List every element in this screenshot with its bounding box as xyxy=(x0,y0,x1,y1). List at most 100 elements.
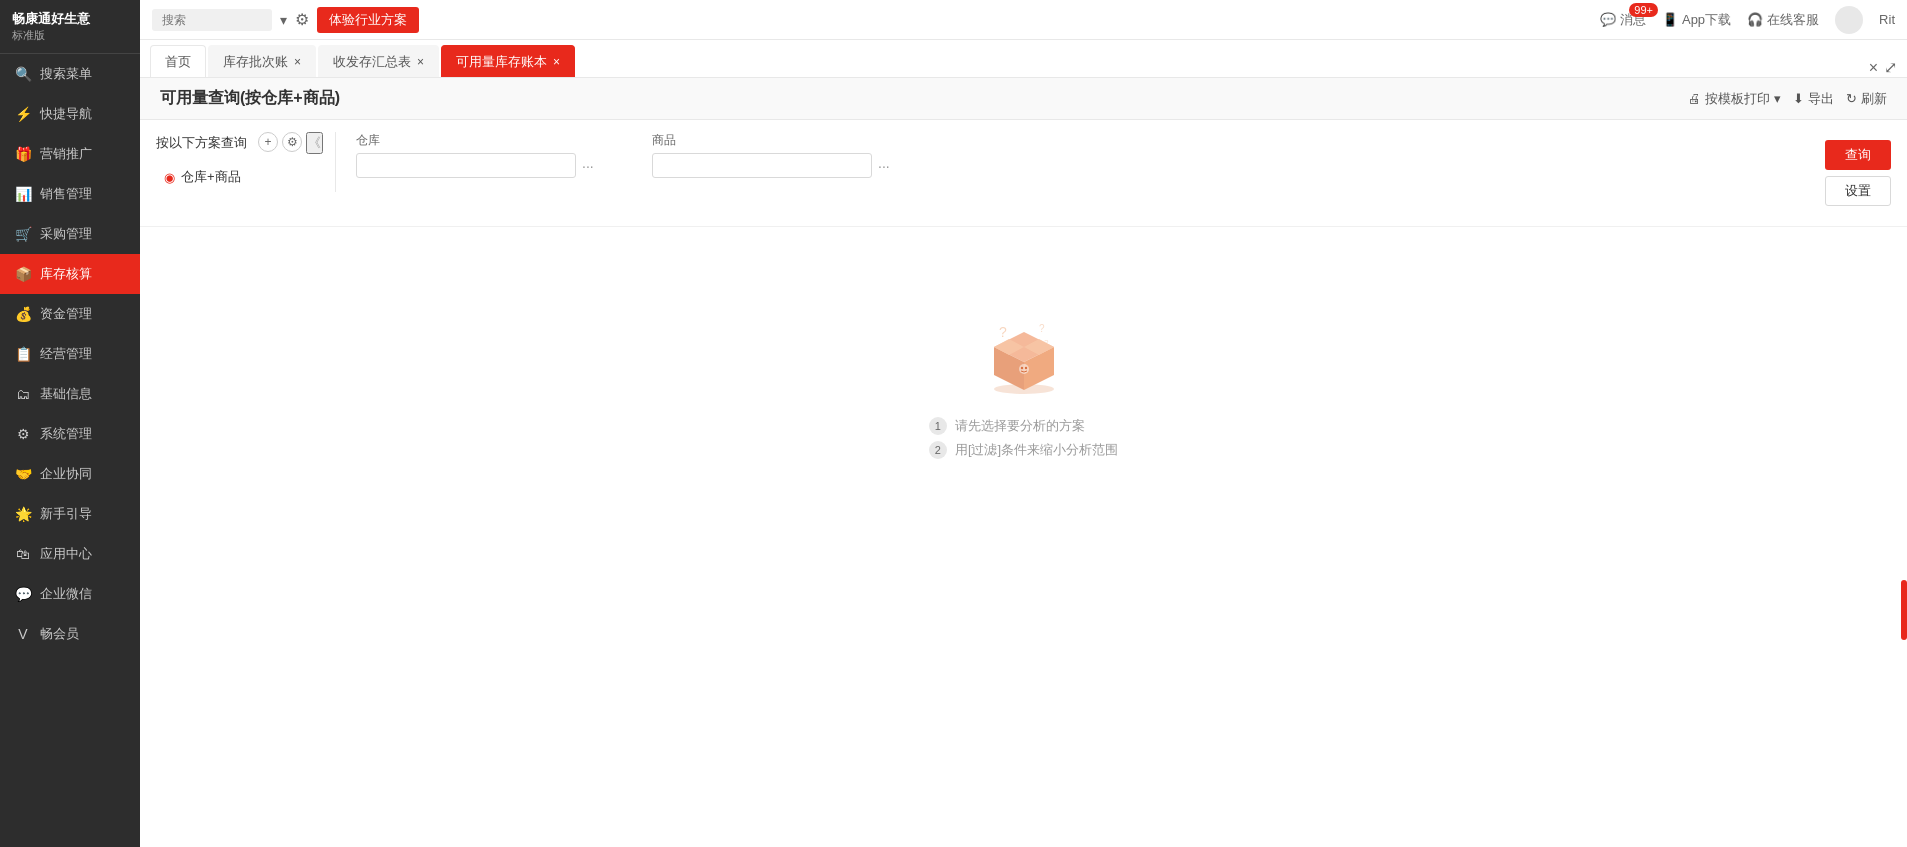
enterprise-icon: 🤝 xyxy=(14,465,32,483)
product-label: 商品 xyxy=(652,132,932,149)
tab-close-available-ledger[interactable]: × xyxy=(553,55,560,69)
tab-close-batch-account[interactable]: × xyxy=(294,55,301,69)
query-btn[interactable]: 查询 xyxy=(1825,140,1891,170)
sidebar-item-label-inventory: 库存核算 xyxy=(40,265,92,283)
topbar-app-download[interactable]: 📱 App下载 xyxy=(1662,11,1731,29)
settings-btn[interactable]: 设置 xyxy=(1825,176,1891,206)
main-area: ▾ ⚙ 体验行业方案 💬 消息 99+ 📱 App下载 🎧 在线客服 Rit 首… xyxy=(140,0,1907,847)
scheme-item-warehouse-product[interactable]: ◉ 仓库+商品 xyxy=(156,162,323,192)
warehouse-more-btn[interactable]: ··· xyxy=(582,158,594,174)
page-header-actions: 🖨 按模板打印 ▾ ⬇ 导出 ↻ 刷新 xyxy=(1688,90,1887,108)
customer-service-label: 在线客服 xyxy=(1767,11,1819,29)
sidebar-item-label-marketing: 营销推广 xyxy=(40,145,92,163)
filter-group-warehouse: 仓库 ··· xyxy=(356,132,636,178)
sidebar-nav: 🔍搜索菜单⚡快捷导航🎁营销推广📊销售管理 🛒 采购管理 📦 库存核算 💰 资金管理 📋经营管理… xyxy=(0,54,140,847)
sidebar-item-label-enterprise: 企业协同 xyxy=(40,465,92,483)
sidebar-item-guide[interactable]: 🌟新手引导 xyxy=(0,494,140,534)
action-buttons: 查询 设置 xyxy=(1825,132,1891,214)
inventory-icon: 📦 xyxy=(14,265,32,283)
collapse-scheme-btn[interactable]: 《 xyxy=(306,132,323,154)
empty-tip-2: 2 用[过滤]条件来缩小分析范围 xyxy=(929,441,1118,459)
refresh-icon: ↻ xyxy=(1846,91,1857,106)
close-all-tabs-btn[interactable]: × xyxy=(1869,59,1878,77)
guide-icon: 🌟 xyxy=(14,505,32,523)
topbar-industry-btn[interactable]: 体验行业方案 xyxy=(317,7,419,33)
tab-close-collect-summary[interactable]: × xyxy=(417,55,424,69)
tab-available-ledger[interactable]: 可用量库存账本 × xyxy=(441,45,575,77)
tip-number-1: 1 xyxy=(929,417,947,435)
phone-icon: 📱 xyxy=(1662,12,1678,27)
add-scheme-btn[interactable]: + xyxy=(258,132,278,152)
sidebar-item-label-search: 搜索菜单 xyxy=(40,65,92,83)
sidebar-item-marketing[interactable]: 🎁营销推广 xyxy=(0,134,140,174)
sidebar-item-label-operation: 经营管理 xyxy=(40,345,92,363)
sidebar-item-system[interactable]: ⚙系统管理 xyxy=(0,414,140,454)
messages-count: 99+ xyxy=(1629,3,1658,17)
export-btn[interactable]: ⬇ 导出 xyxy=(1793,90,1834,108)
scheme-header: 按以下方案查询 + ⚙ 《 xyxy=(156,132,323,154)
sidebar-item-label-quick-nav: 快捷导航 xyxy=(40,105,92,123)
sidebar-item-member[interactable]: V畅会员 xyxy=(0,614,140,654)
print-btn[interactable]: 🖨 按模板打印 ▾ xyxy=(1688,90,1781,108)
sidebar-item-basic[interactable]: 🗂基础信息 xyxy=(0,374,140,414)
topbar-customer-service[interactable]: 🎧 在线客服 xyxy=(1747,11,1819,29)
sidebar-item-inventory[interactable]: 📦 库存核算 xyxy=(0,254,140,294)
topbar-right: 💬 消息 99+ 📱 App下载 🎧 在线客服 Rit xyxy=(1600,6,1895,34)
refresh-btn[interactable]: ↻ 刷新 xyxy=(1846,90,1887,108)
scheme-label: 按以下方案查询 xyxy=(156,134,247,152)
sidebar-item-purchase[interactable]: 🛒 采购管理 xyxy=(0,214,140,254)
sales-icon: 📊 xyxy=(14,185,32,203)
tab-collect-summary[interactable]: 收发存汇总表× xyxy=(318,45,439,77)
tab-label-home: 首页 xyxy=(165,53,191,71)
sidebar-item-operation[interactable]: 📋经营管理 xyxy=(0,334,140,374)
sidebar-item-enterprise[interactable]: 🤝 企业协同 xyxy=(0,454,140,494)
sidebar-item-label-appstore: 应用中心 xyxy=(40,545,92,563)
sidebar-item-label-system: 系统管理 xyxy=(40,425,92,443)
tab-label-available-ledger: 可用量库存账本 xyxy=(456,53,547,71)
member-icon: V xyxy=(14,625,32,643)
sidebar: 畅康通好生意 标准版 🔍搜索菜单⚡快捷导航🎁营销推广📊销售管理🛒采购管理📦库存核… xyxy=(0,0,140,847)
scheme-header-actions: + ⚙ 《 xyxy=(258,132,323,154)
svg-text:?: ? xyxy=(1044,338,1049,347)
topbar-gear-icon[interactable]: ⚙ xyxy=(295,10,309,29)
expand-tabs-btn[interactable]: ⤢ xyxy=(1884,58,1897,77)
page-title: 可用量查询(按仓库+商品) xyxy=(160,88,340,109)
tab-batch-account[interactable]: 库存批次账 × xyxy=(208,45,316,77)
product-input[interactable] xyxy=(652,153,872,178)
warehouse-input[interactable] xyxy=(356,153,576,178)
sidebar-item-wechat[interactable]: 💬企业微信 xyxy=(0,574,140,614)
topbar: ▾ ⚙ 体验行业方案 💬 消息 99+ 📱 App下载 🎧 在线客服 Rit xyxy=(140,0,1907,40)
topbar-search-input[interactable] xyxy=(152,9,272,31)
svg-text:?: ? xyxy=(999,324,1007,340)
filter-input-row-product: ··· xyxy=(652,153,932,178)
scheme-item-label: 仓库+商品 xyxy=(181,168,241,186)
filter-input-row-warehouse: ··· xyxy=(356,153,636,178)
topbar-dropdown-btn[interactable]: ▾ xyxy=(280,12,287,28)
tab-label-batch-account: 库存批次账 xyxy=(223,53,288,71)
topbar-messages[interactable]: 💬 消息 99+ xyxy=(1600,11,1646,29)
sidebar-item-label-finance: 资金管理 xyxy=(40,305,92,323)
tab-right-controls: ×⤢ xyxy=(1869,58,1907,77)
topbar-username: Rit xyxy=(1879,12,1895,27)
sidebar-item-finance[interactable]: 💰 资金管理 xyxy=(0,294,140,334)
query-section: 按以下方案查询 + ⚙ 《 ◉ 仓库+商品 仓库 xyxy=(140,120,1907,227)
edit-scheme-btn[interactable]: ⚙ xyxy=(282,132,302,152)
product-more-btn[interactable]: ··· xyxy=(878,158,890,174)
empty-tip-1: 1 请先选择要分析的方案 xyxy=(929,417,1118,435)
sidebar-item-appstore[interactable]: 🛍应用中心 xyxy=(0,534,140,574)
tab-home[interactable]: 首页 xyxy=(150,45,206,77)
sidebar-item-quick-nav[interactable]: ⚡快捷导航 xyxy=(0,94,140,134)
sidebar-item-search[interactable]: 🔍搜索菜单 xyxy=(0,54,140,94)
tip-number-2: 2 xyxy=(929,441,947,459)
sidebar-item-label-purchase: 采购管理 xyxy=(40,225,92,243)
basic-icon: 🗂 xyxy=(14,385,32,403)
user-avatar xyxy=(1835,6,1863,34)
message-icon: 💬 xyxy=(1600,12,1616,27)
filter-row: 仓库 ··· 商品 ··· xyxy=(356,132,1805,178)
app-download-label: App下载 xyxy=(1682,11,1731,29)
right-scrollbar[interactable] xyxy=(1901,580,1907,640)
purchase-icon: 🛒 xyxy=(14,225,32,243)
scheme-dot-icon: ◉ xyxy=(164,170,175,185)
finance-icon: 💰 xyxy=(14,305,32,323)
sidebar-item-sales[interactable]: 📊销售管理 xyxy=(0,174,140,214)
